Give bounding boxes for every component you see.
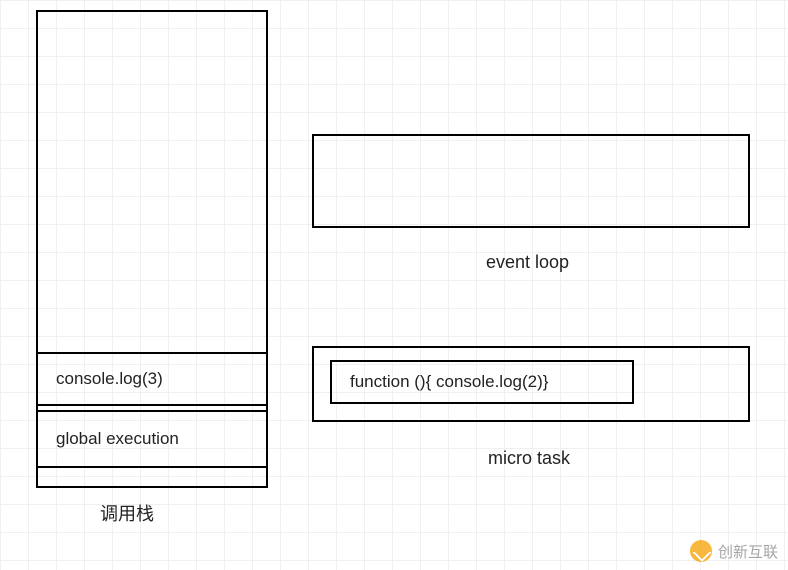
microtask-item: function (){ console.log(2)} xyxy=(330,360,634,404)
callstack-label: 调用栈 xyxy=(100,500,154,526)
callstack-item-text: console.log(3) xyxy=(56,369,163,389)
eventloop-container xyxy=(312,134,750,228)
callstack-item-text: global execution xyxy=(56,429,179,449)
microtask-item-text: function (){ console.log(2)} xyxy=(350,372,548,392)
microtask-label: micro task xyxy=(488,448,570,469)
watermark-text: 创新互联 xyxy=(718,541,778,562)
eventloop-label: event loop xyxy=(486,252,569,273)
watermark: 创新互联 xyxy=(690,540,778,562)
logo-icon xyxy=(690,540,712,562)
callstack-item: global execution xyxy=(36,410,268,468)
callstack-item: console.log(3) xyxy=(36,352,268,406)
